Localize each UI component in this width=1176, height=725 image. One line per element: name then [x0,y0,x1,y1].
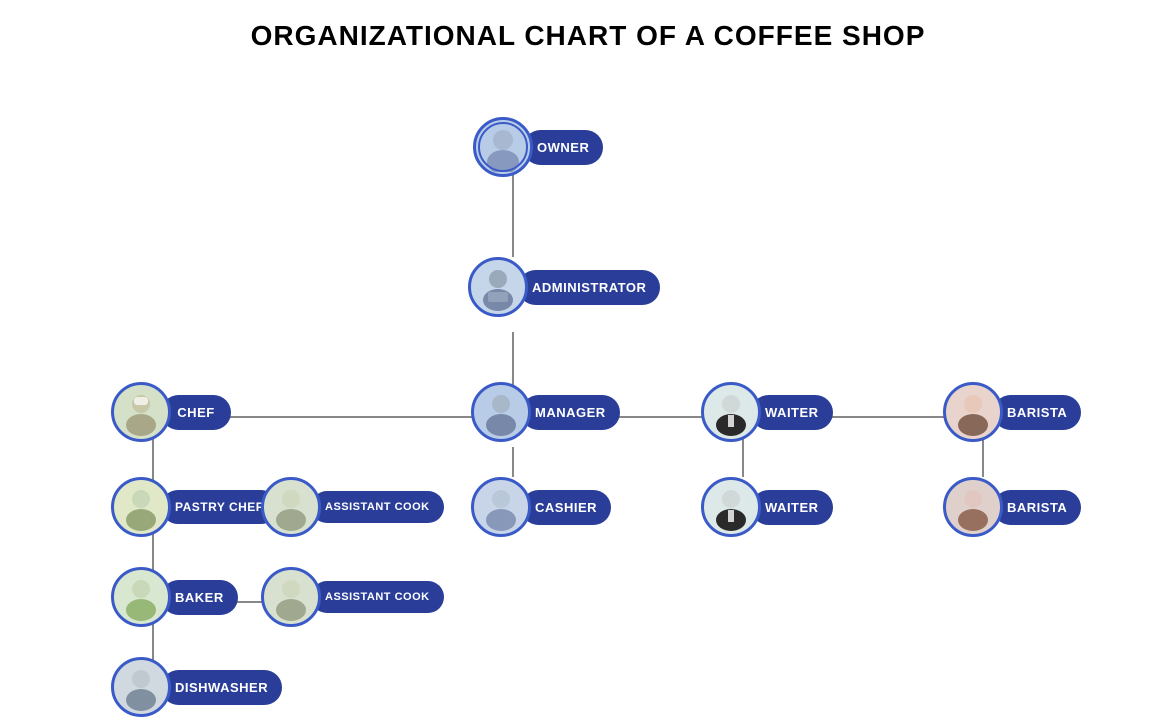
avatar-asst-cook1 [261,477,321,537]
node-waiter1: WAITER [701,382,833,442]
avatar-barista1 [943,382,1003,442]
avatar-chef [111,382,171,442]
node-asst-cook2: ASSISTANT COOK [261,567,444,627]
node-asst-cook1: ASSISTANT COOK [261,477,444,537]
avatar-waiter2 [701,477,761,537]
avatar-barista2 [943,477,1003,537]
label-manager: MANAGER [521,395,620,430]
avatar-owner [473,117,533,177]
avatar-administrator [468,257,528,317]
node-waiter2: WAITER [701,477,833,537]
label-waiter1: WAITER [751,395,833,430]
node-barista2: BARISTA [943,477,1081,537]
label-cashier: CASHIER [521,490,611,525]
avatar-asst-cook2 [261,567,321,627]
node-administrator: ADMINISTRATOR [468,257,660,317]
node-owner: OWNER [473,117,603,177]
node-baker: BAKER [111,567,238,627]
avatar-pastry-chef [111,477,171,537]
node-manager: MANAGER [471,382,620,442]
label-owner: OWNER [523,130,603,165]
avatar-dishwasher [111,657,171,717]
label-asst-cook2: ASSISTANT COOK [311,581,444,613]
avatar-baker [111,567,171,627]
page-title: ORGANIZATIONAL CHART OF A COFFEE SHOP [20,20,1156,52]
org-chart: OWNER ADMINISTRATOR MANAGER [23,62,1153,702]
node-chef: CHEF [111,382,231,442]
label-asst-cook1: ASSISTANT COOK [311,491,444,523]
node-barista1: BARISTA [943,382,1081,442]
label-barista2: BARISTA [993,490,1081,525]
node-pastry-chef: PASTRY CHEF [111,477,278,537]
label-chef: CHEF [161,395,231,430]
avatar-waiter1 [701,382,761,442]
node-cashier: CASHIER [471,477,611,537]
node-dishwasher: DISHWASHER [111,657,282,717]
label-administrator: ADMINISTRATOR [518,270,660,305]
label-barista1: BARISTA [993,395,1081,430]
label-dishwasher: DISHWASHER [161,670,282,705]
page: ORGANIZATIONAL CHART OF A COFFEE SHOP [0,0,1176,725]
label-baker: BAKER [161,580,238,615]
avatar-cashier [471,477,531,537]
avatar-manager [471,382,531,442]
label-waiter2: WAITER [751,490,833,525]
